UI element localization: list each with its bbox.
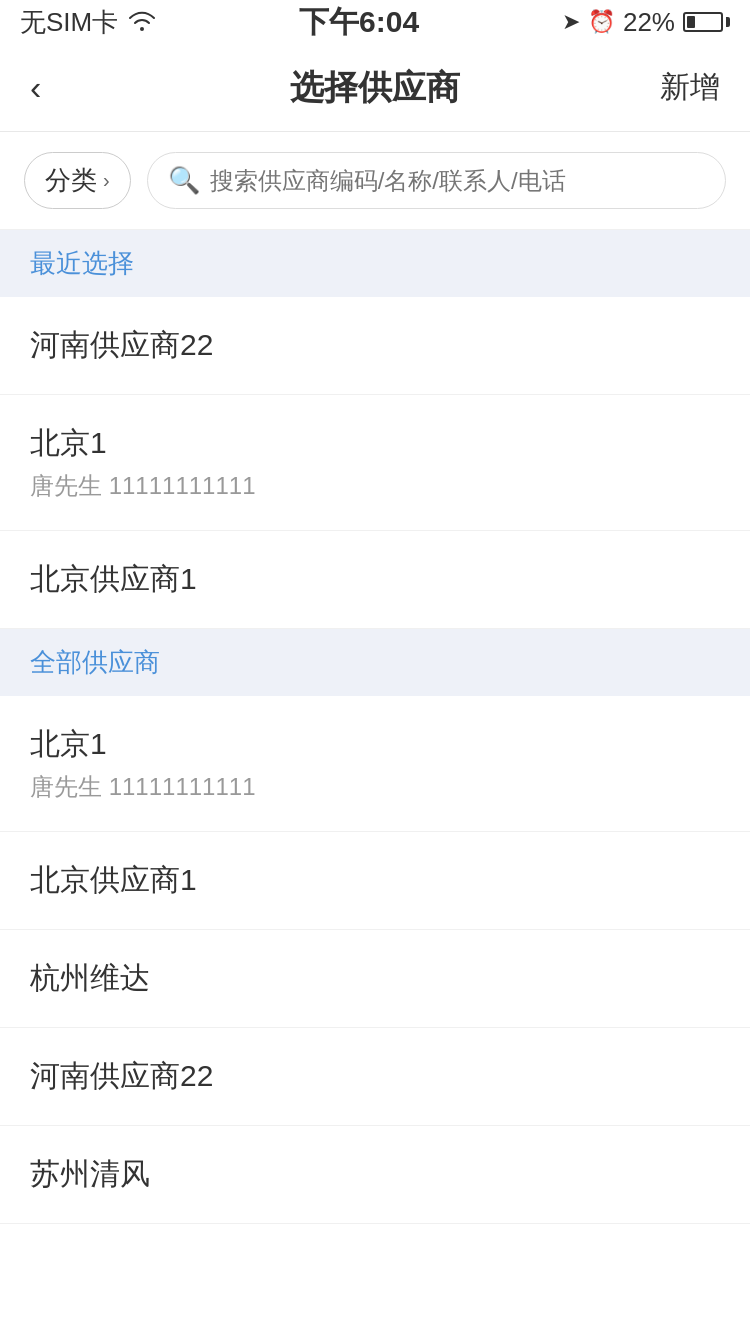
category-label: 分类 <box>45 163 97 198</box>
all-section-header: 全部供应商 <box>0 629 750 696</box>
nav-bar: ‹ 选择供应商 新增 <box>0 44 750 132</box>
item-name: 北京1 <box>30 423 720 464</box>
search-icon: 🔍 <box>168 165 200 196</box>
search-box[interactable]: 🔍 <box>147 152 726 209</box>
item-name: 苏州清风 <box>30 1154 720 1195</box>
list-item[interactable]: 河南供应商22 <box>0 1028 750 1126</box>
item-name: 杭州维达 <box>30 958 720 999</box>
item-name: 河南供应商22 <box>30 325 720 366</box>
status-time: 下午6:04 <box>299 2 419 43</box>
item-sub: 唐先生 11111111111 <box>30 771 720 803</box>
recent-list: 河南供应商22 北京1 唐先生 11111111111 北京供应商1 <box>0 297 750 629</box>
list-item[interactable]: 苏州清风 <box>0 1126 750 1224</box>
wifi-icon <box>128 7 156 38</box>
item-name: 河南供应商22 <box>30 1056 720 1097</box>
battery-icon <box>683 12 730 32</box>
back-button[interactable]: ‹ <box>30 68 90 107</box>
recent-section-header: 最近选择 <box>0 230 750 297</box>
list-item[interactable]: 北京供应商1 <box>0 832 750 930</box>
alarm-icon: ⏰ <box>588 9 615 35</box>
list-item[interactable]: 杭州维达 <box>0 930 750 1028</box>
item-name: 北京供应商1 <box>30 860 720 901</box>
recent-section-label: 最近选择 <box>30 248 134 278</box>
status-right: ➤ ⏰ 22% <box>562 7 730 38</box>
list-item[interactable]: 北京供应商1 <box>0 531 750 629</box>
add-button[interactable]: 新增 <box>660 67 720 108</box>
location-icon: ➤ <box>562 9 580 35</box>
status-bar: 无SIM卡 下午6:04 ➤ ⏰ 22% <box>0 0 750 44</box>
carrier-label: 无SIM卡 <box>20 5 118 40</box>
all-section-label: 全部供应商 <box>30 647 160 677</box>
item-sub: 唐先生 11111111111 <box>30 470 720 502</box>
item-name: 北京1 <box>30 724 720 765</box>
list-item[interactable]: 北京1 唐先生 11111111111 <box>0 395 750 531</box>
item-name: 北京供应商1 <box>30 559 720 600</box>
battery-percent: 22% <box>623 7 675 38</box>
status-left: 无SIM卡 <box>20 5 156 40</box>
search-input[interactable] <box>210 167 705 195</box>
chevron-right-icon: › <box>103 169 110 192</box>
list-item[interactable]: 北京1 唐先生 11111111111 <box>0 696 750 832</box>
list-item[interactable]: 河南供应商22 <box>0 297 750 395</box>
all-list: 北京1 唐先生 11111111111 北京供应商1 杭州维达河南供应商22 苏州清风 <box>0 696 750 1224</box>
category-button[interactable]: 分类 › <box>24 152 131 209</box>
page-title: 选择供应商 <box>290 65 460 111</box>
filter-bar: 分类 › 🔍 <box>0 132 750 230</box>
